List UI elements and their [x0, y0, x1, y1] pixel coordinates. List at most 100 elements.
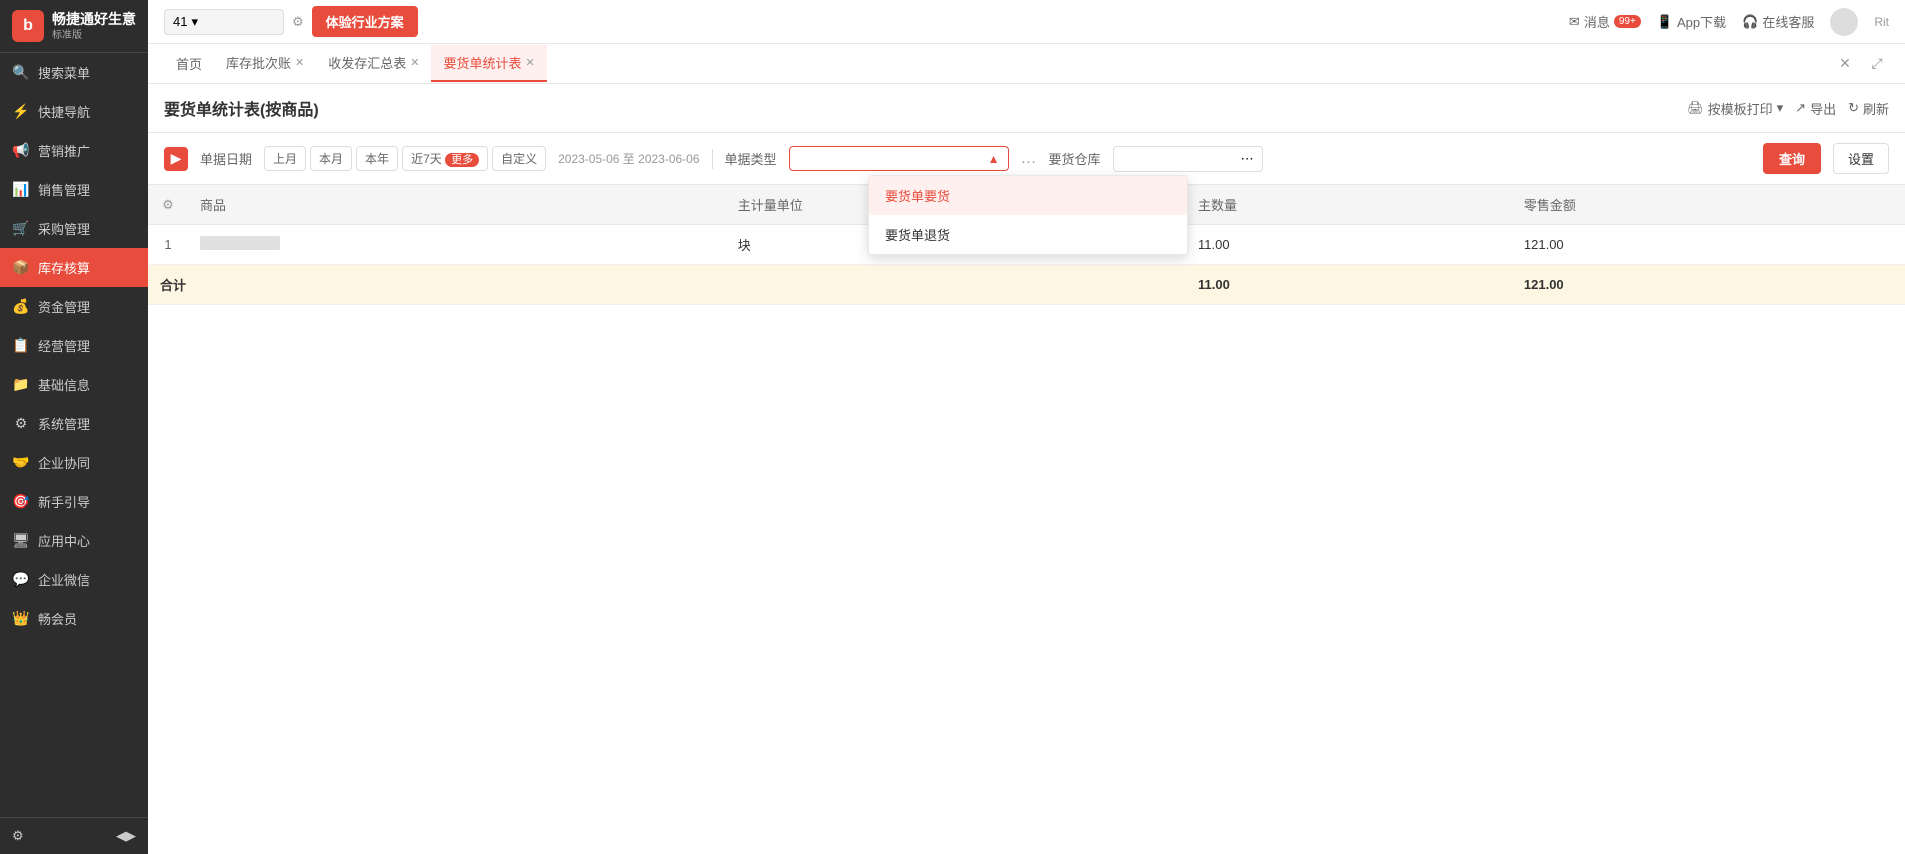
inventory-icon: 📦: [12, 259, 30, 277]
sidebar-item-inventory[interactable]: 📦 库存核算: [0, 248, 148, 287]
tab-close-inventory-batch[interactable]: ✕: [295, 56, 304, 69]
sidebar-item-sales[interactable]: 📊 销售管理: [0, 170, 148, 209]
more-options-icon[interactable]: …: [1021, 150, 1037, 168]
print-expand-icon: ▾: [1777, 100, 1784, 116]
topbar-left: 41 ▾ ⚙ 体验行业方案: [164, 6, 1557, 37]
page-content: 要货单统计表(按商品) 🖨 按模板打印 ▾ ↗ 导出 ↻ 刷新 ▶: [148, 84, 1905, 854]
type-select-value: [798, 151, 802, 166]
online-service-button[interactable]: 🎧 在线客服: [1742, 12, 1814, 31]
this-month-btn[interactable]: 本月: [310, 146, 352, 171]
last-month-btn[interactable]: 上月: [264, 146, 306, 171]
export-button[interactable]: ↗ 导出: [1795, 99, 1836, 118]
download-icon: 📱: [1657, 14, 1673, 30]
footer-retail-amount: 121.00: [1512, 265, 1905, 305]
type-dropdown: 要货单要货 要货单退货: [868, 175, 1188, 255]
warehouse-value: [1122, 151, 1126, 166]
warehouse-select[interactable]: ⋯: [1113, 146, 1263, 172]
table-footer-row: 合计 11.00 121.00: [148, 265, 1905, 305]
member-icon: 👑: [12, 610, 30, 628]
messages-button[interactable]: ✉ 消息 99+: [1569, 12, 1641, 31]
tab-close-requisition[interactable]: ✕: [526, 56, 535, 69]
sidebar-item-basic-info[interactable]: 📁 基础信息: [0, 365, 148, 404]
system-icon: ⚙: [12, 415, 30, 433]
page-header: 要货单统计表(按商品) 🖨 按模板打印 ▾ ↗ 导出 ↻ 刷新: [148, 84, 1905, 133]
filter-divider: [712, 149, 713, 169]
page-actions: 🖨 按模板打印 ▾ ↗ 导出 ↻ 刷新: [1687, 99, 1889, 118]
sidebar-item-finance[interactable]: 💰 资金管理: [0, 287, 148, 326]
sidebar-item-system[interactable]: ⚙ 系统管理: [0, 404, 148, 443]
appcenter-icon: 🖥: [12, 532, 30, 550]
collapse-icon[interactable]: ◀▶: [116, 828, 136, 844]
tab-close-receivable[interactable]: ✕: [410, 56, 419, 69]
quantity-cell: 11.00: [1186, 225, 1512, 265]
dropdown-item-requisition[interactable]: 要货单要货: [869, 176, 1187, 215]
more-badge: 更多: [445, 153, 479, 167]
date-label: 单据日期: [200, 149, 252, 168]
store-selector[interactable]: 41 ▾: [164, 9, 284, 35]
enterprise-icon: 🤝: [12, 454, 30, 472]
sidebar-item-weixin[interactable]: 💬 企业微信: [0, 560, 148, 599]
settings-button[interactable]: 设置: [1833, 143, 1889, 174]
custom-date-btn[interactable]: 自定义: [492, 146, 546, 171]
trial-button[interactable]: 体验行业方案: [312, 6, 418, 37]
col-retail-amount: 零售金额: [1512, 185, 1905, 225]
table-container: ⚙ 商品 主计量单位 主数量 零售金额 1 块 11.00 121.00: [148, 185, 1905, 854]
last-7days-btn[interactable]: 近7天 更多: [402, 146, 488, 171]
tab-receivable-summary[interactable]: 收发存汇总表 ✕: [316, 45, 431, 82]
settings-footer-icon[interactable]: ⚙: [12, 828, 24, 844]
tab-requisition-stats[interactable]: 要货单统计表 ✕: [431, 45, 546, 82]
sidebar-item-enterprise[interactable]: 🤝 企业协同: [0, 443, 148, 482]
refresh-button[interactable]: ↻ 刷新: [1848, 99, 1889, 118]
date-range-display: 2023-05-06 至 2023-06-06: [558, 150, 699, 167]
retail-amount-cell: 121.00: [1512, 225, 1905, 265]
topbar: 41 ▾ ⚙ 体验行业方案 ✉ 消息 99+ 📱 App下载 🎧 在线客服 Ri…: [148, 0, 1905, 44]
chevron-up-icon: ▲: [988, 152, 1000, 166]
sidebar: b 畅捷通好生意 标准版 🔍 搜索菜单 ⚡ 快捷导航 📢 营销推广 📊 销售管理…: [0, 0, 148, 854]
sidebar-item-search[interactable]: 🔍 搜索菜单: [0, 53, 148, 92]
type-label: 单据类型: [725, 149, 777, 168]
dropdown-item-return[interactable]: 要货单退货: [869, 215, 1187, 254]
basic-info-icon: 📁: [12, 376, 30, 394]
sidebar-item-member[interactable]: 👑 畅会员: [0, 599, 148, 638]
quicknav-icon: ⚡: [12, 103, 30, 121]
guide-icon: 🎯: [12, 493, 30, 511]
product-cell: [188, 225, 726, 265]
sidebar-item-marketing[interactable]: 📢 营销推广: [0, 131, 148, 170]
user-avatar[interactable]: [1830, 8, 1858, 36]
sidebar-item-management[interactable]: 📋 经营管理: [0, 326, 148, 365]
sidebar-item-guide[interactable]: 🎯 新手引导: [0, 482, 148, 521]
finance-icon: 💰: [12, 298, 30, 316]
sidebar-item-appcenter[interactable]: 🖥 应用中心: [0, 521, 148, 560]
tab-inventory-batch[interactable]: 库存批次账 ✕: [214, 45, 316, 82]
message-icon: ✉: [1569, 14, 1580, 30]
date-buttons: 上月 本月 本年 近7天 更多 自定义: [264, 146, 546, 171]
logo-icon: b: [12, 10, 44, 42]
sidebar-item-quicknav[interactable]: ⚡ 快捷导航: [0, 92, 148, 131]
type-select[interactable]: ▲: [789, 146, 1009, 171]
this-year-btn[interactable]: 本年: [356, 146, 398, 171]
tab-expand[interactable]: ⤢: [1865, 52, 1889, 76]
export-icon: ↗: [1795, 100, 1806, 116]
app-download-button[interactable]: 📱 App下载: [1657, 12, 1726, 31]
query-button[interactable]: 查询: [1763, 143, 1821, 174]
purchase-icon: 🛒: [12, 220, 30, 238]
print-icon: 🖨: [1687, 100, 1704, 116]
sidebar-item-purchase[interactable]: 🛒 采购管理: [0, 209, 148, 248]
tab-home[interactable]: 首页: [164, 46, 214, 81]
filter-toggle[interactable]: ▶: [164, 147, 188, 171]
footer-empty: [726, 265, 1186, 305]
chevron-down-icon: ▾: [191, 14, 198, 30]
main-content: 41 ▾ ⚙ 体验行业方案 ✉ 消息 99+ 📱 App下载 🎧 在线客服 Ri…: [148, 0, 1905, 854]
tab-close-all[interactable]: ✕: [1833, 52, 1857, 76]
username: Rit: [1874, 15, 1889, 29]
filter-bar: ▶ 单据日期 上月 本月 本年 近7天 更多 自定义 2023-05-06 至 …: [148, 133, 1905, 185]
topbar-settings-icon[interactable]: ⚙: [292, 14, 304, 30]
page-title: 要货单统计表(按商品): [164, 96, 319, 120]
management-icon: 📋: [12, 337, 30, 355]
weixin-icon: 💬: [12, 571, 30, 589]
table-settings-icon[interactable]: ⚙: [162, 197, 174, 212]
tabs-actions: ✕ ⤢: [1833, 52, 1889, 76]
warehouse-label: 要货仓库: [1049, 149, 1101, 168]
print-button[interactable]: 🖨 按模板打印 ▾: [1687, 99, 1783, 118]
message-badge: 99+: [1614, 15, 1641, 28]
